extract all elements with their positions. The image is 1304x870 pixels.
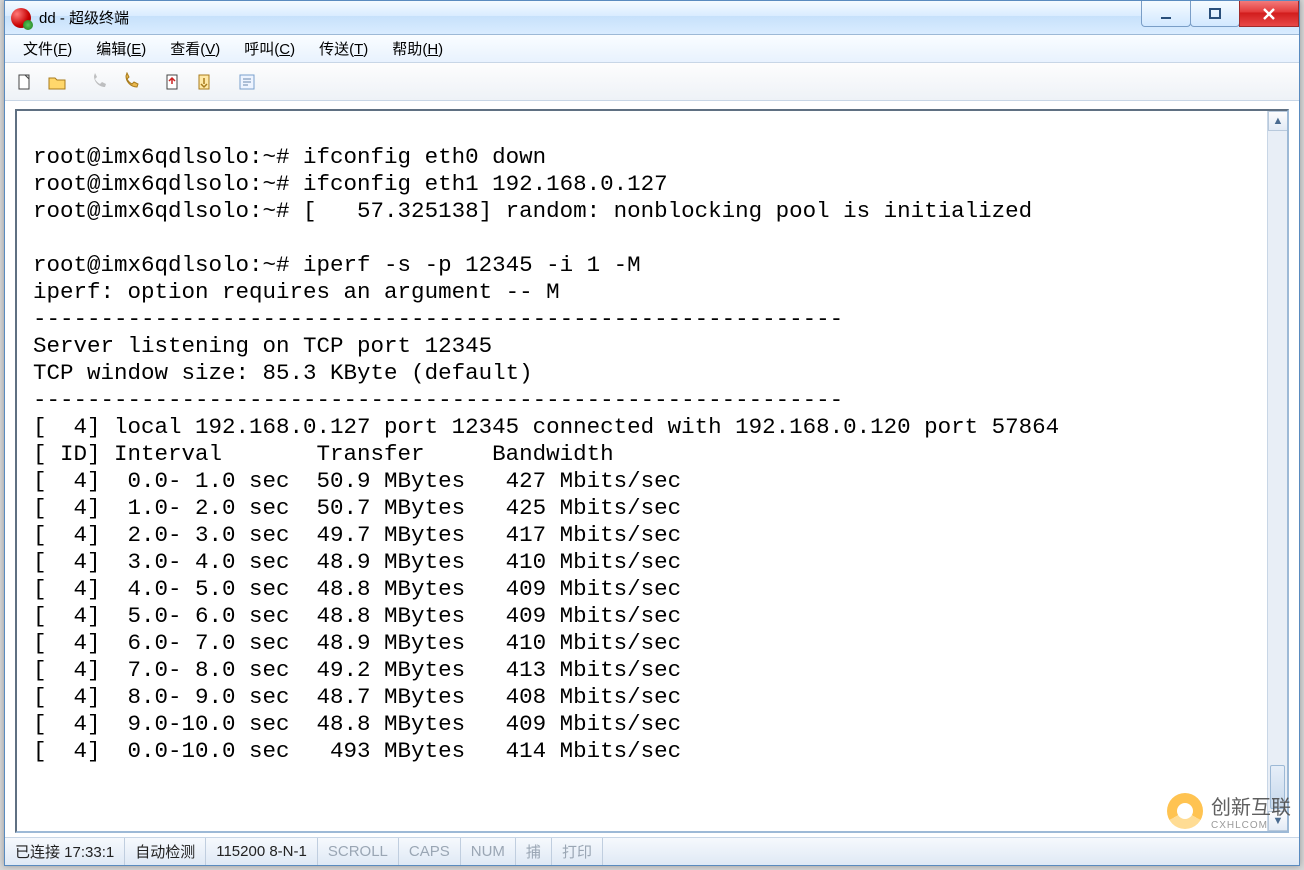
status-num: NUM [461,838,516,865]
disconnect-button[interactable] [117,68,145,96]
new-button[interactable] [11,68,39,96]
connect-button[interactable] [85,68,113,96]
maximize-button[interactable] [1190,1,1240,27]
phone-icon [89,72,109,92]
status-capture: 捕 [516,838,552,865]
maximize-icon [1208,7,1222,21]
status-connection: 已连接 17:33:1 [5,838,125,865]
window-controls [1142,1,1299,27]
menu-call[interactable]: 呼叫(C) [232,36,307,61]
toolbar [5,63,1299,101]
watermark-text: 创新互联 [1211,791,1291,820]
menu-view[interactable]: 查看(V) [158,36,232,61]
minimize-icon [1159,7,1173,21]
watermark: 创新互联 CXHLCOM [1167,791,1291,831]
close-button[interactable] [1239,1,1299,27]
terminal-output[interactable]: root@imx6qdlsolo:~# ifconfig eth0 down r… [17,134,1267,809]
watermark-logo-icon [1167,793,1203,829]
menu-transfer[interactable]: 传送(T) [307,36,380,61]
new-file-icon [15,72,35,92]
status-detect: 自动检测 [125,838,206,865]
menu-help[interactable]: 帮助(H) [380,36,455,61]
minimize-button[interactable] [1141,1,1191,27]
receive-button[interactable] [191,68,219,96]
status-scroll: SCROLL [318,838,399,865]
phone-hangup-icon [121,72,141,92]
app-icon [11,8,31,28]
properties-icon [237,72,257,92]
hyperterminal-window: dd - 超级终端 文件(F) 编辑(E) 查看(V) 呼叫(C) 传送(T) … [4,0,1300,866]
statusbar: 已连接 17:33:1 自动检测 115200 8-N-1 SCROLL CAP… [5,837,1299,865]
titlebar[interactable]: dd - 超级终端 [5,1,1299,35]
open-folder-icon [47,72,67,92]
close-icon [1261,6,1277,22]
status-serial: 115200 8-N-1 [206,838,318,865]
menu-edit[interactable]: 编辑(E) [84,36,158,61]
status-caps: CAPS [399,838,461,865]
open-button[interactable] [43,68,71,96]
receive-file-icon [195,72,215,92]
watermark-subtext: CXHLCOM [1211,820,1291,831]
status-print: 打印 [552,838,603,865]
send-file-icon [163,72,183,92]
window-title: dd - 超级终端 [39,7,1293,28]
menu-file[interactable]: 文件(F) [11,36,84,61]
scroll-up-button[interactable]: ▲ [1268,111,1288,131]
send-button[interactable] [159,68,187,96]
vertical-scrollbar[interactable]: ▲ ▼ [1267,111,1287,831]
properties-button[interactable] [233,68,261,96]
terminal-area: root@imx6qdlsolo:~# ifconfig eth0 down r… [15,109,1289,833]
menubar: 文件(F) 编辑(E) 查看(V) 呼叫(C) 传送(T) 帮助(H) [5,35,1299,63]
